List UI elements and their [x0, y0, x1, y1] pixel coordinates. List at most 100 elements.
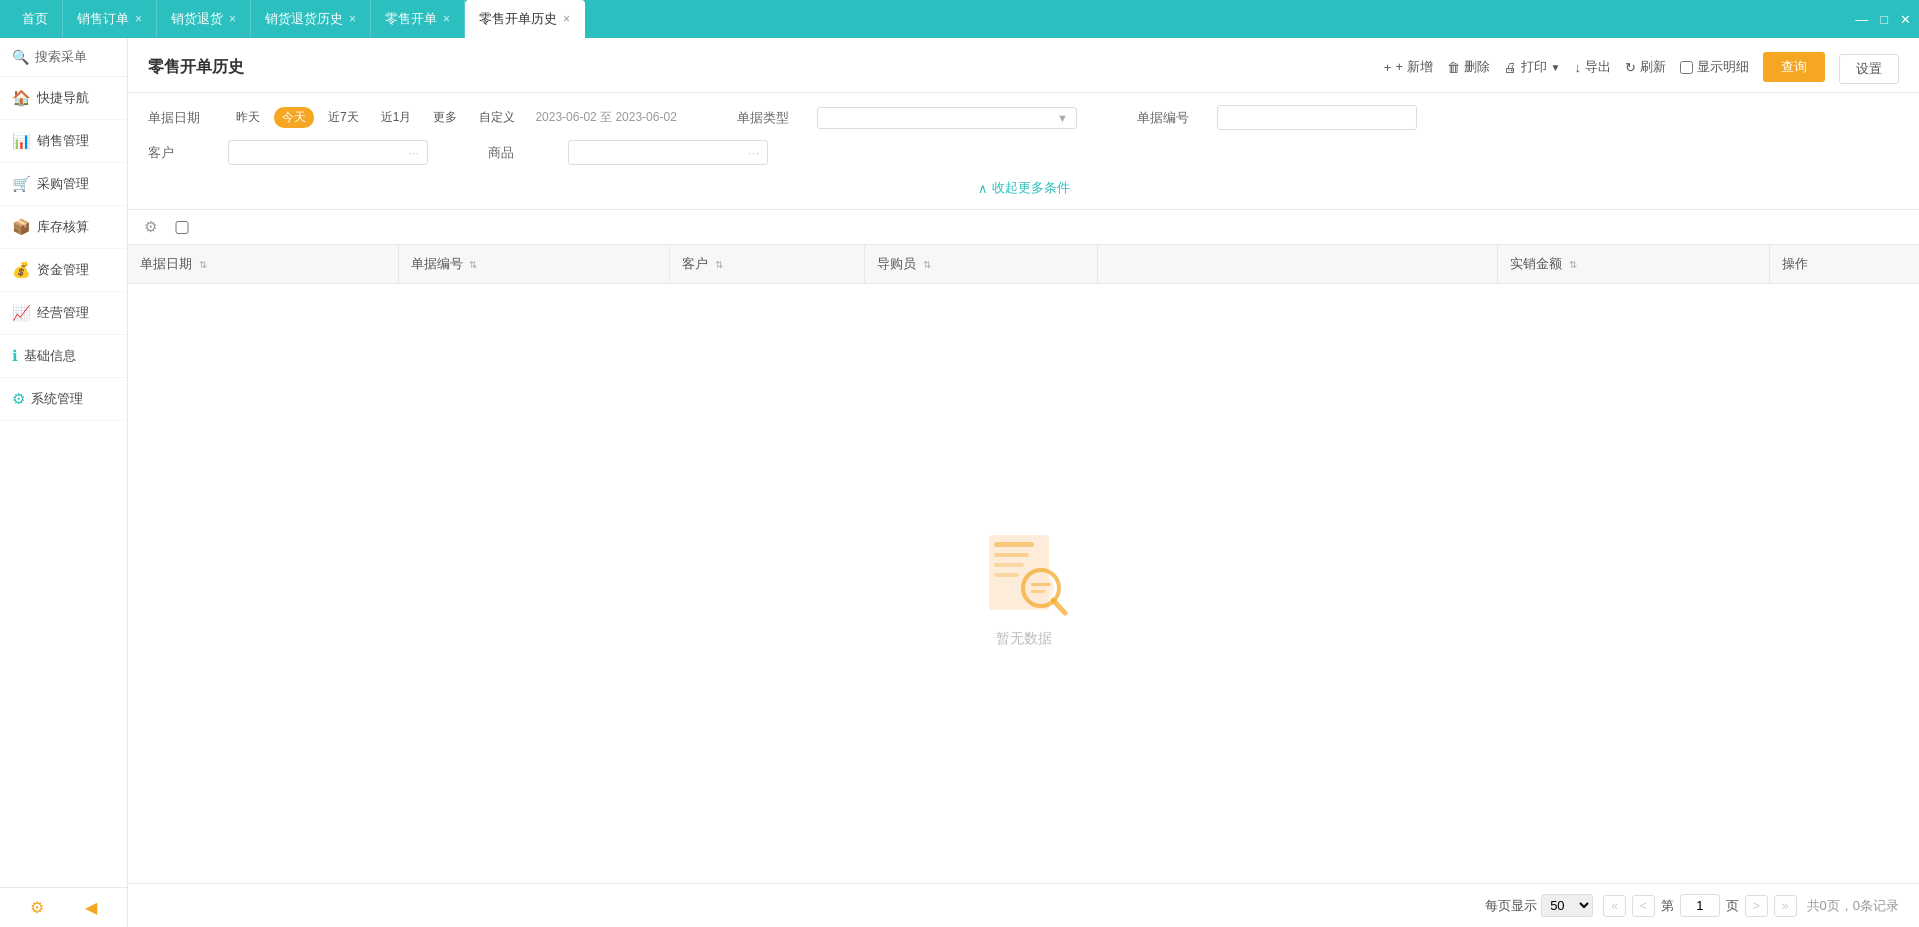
window-controls: — □ ✕	[1855, 12, 1911, 27]
export-button[interactable]: ↓ 导出	[1575, 58, 1612, 76]
page-header: 零售开单历史 + + 新增 🗑 删除 🖨 打印 ▼ ↓ 导出	[128, 38, 1919, 93]
page-input[interactable]	[1680, 894, 1720, 917]
tab-return-history[interactable]: 销货退货历史 ×	[251, 0, 371, 38]
sort-guide-icon[interactable]: ⇅	[923, 259, 931, 270]
tab-close-retail[interactable]: ×	[443, 12, 450, 26]
sidebar-collapse-icon[interactable]: ◀	[85, 898, 97, 917]
tab-close-retail-history[interactable]: ×	[563, 12, 570, 26]
tab-close-return-history[interactable]: ×	[349, 12, 356, 26]
number-input-wrapper	[1217, 105, 1417, 130]
customer-dots[interactable]: ···	[408, 145, 419, 160]
table-header-row: 单据日期 ⇅ 单据编号 ⇅ 客户 ⇅ 导购员 ⇅	[128, 245, 1919, 284]
window-close[interactable]: ✕	[1900, 12, 1911, 27]
tab-home[interactable]: 首页	[8, 0, 63, 38]
empty-text: 暂无数据	[996, 630, 1052, 648]
sidebar-item-finance[interactable]: 💰 资金管理	[0, 249, 127, 292]
display-checkbox[interactable]	[1680, 61, 1693, 74]
svg-rect-9	[1031, 590, 1045, 593]
date-opt-yesterday[interactable]: 昨天	[228, 107, 268, 128]
refresh-button[interactable]: ↻ 刷新	[1625, 58, 1666, 76]
first-page-button[interactable]: «	[1603, 895, 1626, 917]
sidebar-item-quicknav[interactable]: 🏠 快捷导航	[0, 77, 127, 120]
table-toolbar: ⚙	[128, 210, 1919, 245]
delete-button[interactable]: 🗑 删除	[1447, 58, 1490, 76]
print-button[interactable]: 🖨 打印 ▼	[1504, 58, 1561, 76]
tab-retail-history[interactable]: 零售开单历史 ×	[465, 0, 585, 38]
window-maximize[interactable]: □	[1880, 12, 1888, 27]
goods-input[interactable]	[577, 145, 748, 160]
sidebar-item-purchase[interactable]: 🛒 采购管理	[0, 163, 127, 206]
tab-close-return[interactable]: ×	[229, 12, 236, 26]
window-minimize[interactable]: —	[1855, 12, 1868, 27]
col-date: 单据日期 ⇅	[128, 245, 398, 284]
prev-page-button[interactable]: <	[1632, 895, 1655, 917]
collapse-button[interactable]: ∧ 收起更多条件	[978, 179, 1070, 197]
date-opt-more[interactable]: 更多	[425, 107, 465, 128]
query-button[interactable]: 查询	[1763, 52, 1825, 82]
add-button[interactable]: + + 新增	[1384, 58, 1433, 76]
tab-close-sales-order[interactable]: ×	[135, 12, 142, 26]
refresh-icon: ↻	[1625, 60, 1636, 75]
date-opt-today[interactable]: 今天	[274, 107, 314, 128]
col-spacer	[1098, 245, 1498, 284]
number-input[interactable]	[1226, 110, 1408, 125]
settings-button[interactable]: 设置	[1839, 54, 1899, 84]
type-label: 单据类型	[737, 109, 797, 127]
sidebar-item-operations[interactable]: 📈 经营管理	[0, 292, 127, 335]
tab-retail[interactable]: 零售开单 ×	[371, 0, 465, 38]
search-icon: 🔍	[12, 49, 29, 65]
data-table: 单据日期 ⇅ 单据编号 ⇅ 客户 ⇅ 导购员 ⇅	[128, 245, 1919, 284]
date-range-display: 2023-06-02 至 2023-06-02	[535, 109, 676, 126]
svg-point-6	[1028, 575, 1054, 601]
operations-icon: 📈	[12, 304, 31, 322]
tab-return[interactable]: 销货退货 ×	[157, 0, 251, 38]
empty-state: 暂无数据	[128, 284, 1919, 883]
page-size-select: 每页显示 10 20 50 100	[1485, 894, 1593, 917]
sidebar-item-inventory[interactable]: 📦 库存核算	[0, 206, 127, 249]
sort-number-icon[interactable]: ⇅	[469, 259, 477, 270]
goods-label: 商品	[488, 144, 548, 162]
page-title: 零售开单历史	[148, 57, 244, 78]
svg-rect-2	[994, 553, 1029, 557]
total-info: 共0页，0条记录	[1807, 897, 1899, 915]
date-opt-custom[interactable]: 自定义	[471, 107, 523, 128]
sidebar-bottom: ⚙ ◀	[0, 887, 127, 927]
last-page-button[interactable]: »	[1774, 895, 1797, 917]
type-select-arrow: ▼	[1057, 112, 1068, 124]
sort-date-icon[interactable]: ⇅	[199, 259, 207, 270]
select-all-checkbox[interactable]	[167, 221, 197, 234]
col-number: 单据编号 ⇅	[398, 245, 670, 284]
sidebar-item-system[interactable]: ⚙ 系统管理	[0, 378, 127, 421]
col-customer: 客户 ⇅	[670, 245, 865, 284]
collapse-row: ∧ 收起更多条件	[148, 175, 1899, 197]
date-opt-7days[interactable]: 近7天	[320, 107, 367, 128]
sidebar-settings-icon[interactable]: ⚙	[30, 898, 44, 917]
per-page-dropdown[interactable]: 10 20 50 100	[1541, 894, 1593, 917]
main-layout: 🔍 搜索采单 🏠 快捷导航 📊 销售管理 🛒 采购管理 📦 库存核算 💰 资金管…	[0, 38, 1919, 927]
customer-input[interactable]	[237, 145, 408, 160]
date-opt-1month[interactable]: 近1月	[373, 107, 420, 128]
filter-area: 单据日期 昨天 今天 近7天 近1月 更多 自定义 2023-06-02 至 2…	[128, 93, 1919, 210]
purchase-icon: 🛒	[12, 175, 31, 193]
print-dropdown-icon[interactable]: ▼	[1551, 62, 1561, 73]
col-actions: 操作	[1769, 245, 1919, 284]
sidebar-search[interactable]: 🔍 搜索采单	[0, 38, 127, 77]
empty-illustration	[969, 520, 1079, 630]
col-amount: 实销金额 ⇅	[1498, 245, 1770, 284]
goods-dots[interactable]: ···	[748, 145, 759, 160]
sidebar-item-basic-info[interactable]: ℹ 基础信息	[0, 335, 127, 378]
print-icon: 🖨	[1504, 60, 1517, 75]
next-page-button[interactable]: >	[1745, 895, 1768, 917]
type-select[interactable]: ▼	[817, 107, 1077, 129]
collapse-icon: ∧	[978, 181, 988, 196]
table-gear-icon[interactable]: ⚙	[144, 218, 157, 236]
svg-rect-8	[1031, 583, 1051, 586]
sidebar: 🔍 搜索采单 🏠 快捷导航 📊 销售管理 🛒 采购管理 📦 库存核算 💰 资金管…	[0, 38, 128, 927]
svg-rect-3	[994, 563, 1024, 567]
sort-customer-icon[interactable]: ⇅	[715, 259, 723, 270]
sidebar-item-sales[interactable]: 📊 销售管理	[0, 120, 127, 163]
pagination-bar: 每页显示 10 20 50 100 « < 第 页 > » 共0页，0条记录	[128, 883, 1919, 927]
sort-amount-icon[interactable]: ⇅	[1569, 259, 1577, 270]
tab-sales-order[interactable]: 销售订单 ×	[63, 0, 157, 38]
finance-icon: 💰	[12, 261, 31, 279]
